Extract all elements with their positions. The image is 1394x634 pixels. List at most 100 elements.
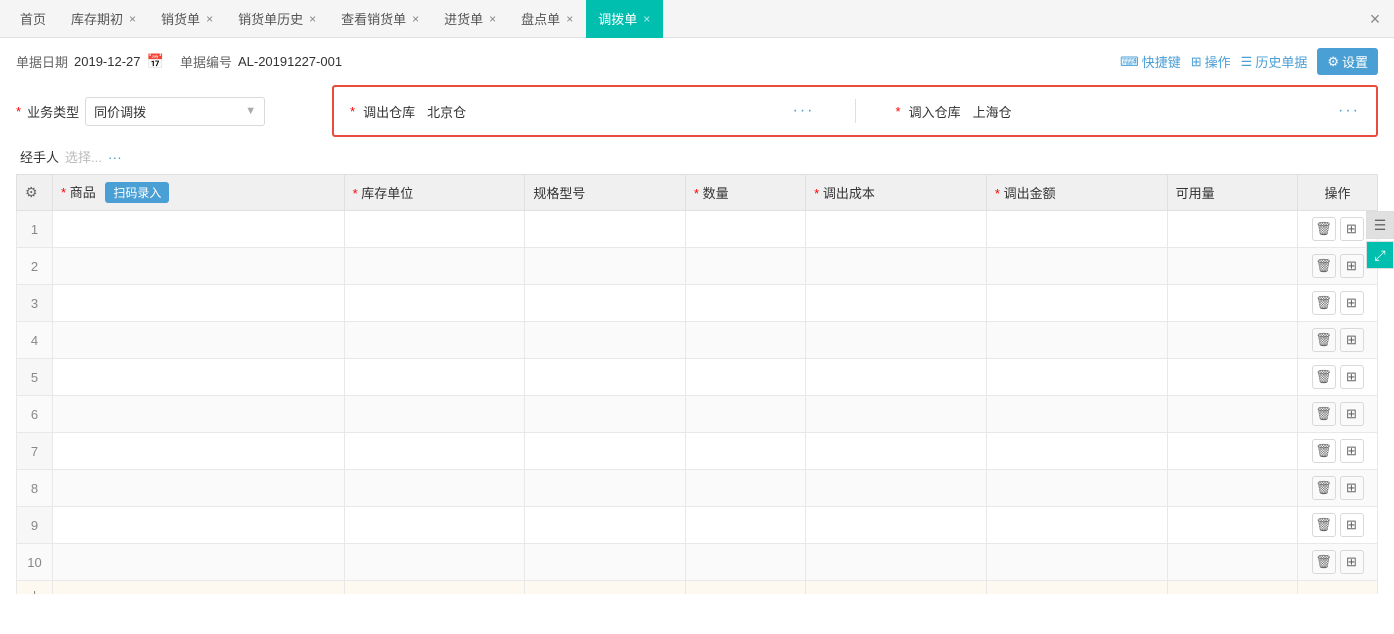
row-1-unit[interactable] xyxy=(344,211,525,248)
list-tool-btn[interactable]: ☰ xyxy=(1366,211,1394,239)
row-1-product[interactable] xyxy=(53,211,345,248)
tab-transfer-order[interactable]: 调拨单 × xyxy=(586,0,663,38)
row-3-delete-btn[interactable]: 🗑 xyxy=(1312,291,1336,315)
row-1-amount[interactable] xyxy=(986,211,1167,248)
row-6-spec[interactable] xyxy=(525,396,686,433)
row-2-spec[interactable] xyxy=(525,248,686,285)
row-3-amount[interactable] xyxy=(986,285,1167,322)
close-sales-history[interactable]: × xyxy=(309,12,316,26)
row-5-available[interactable] xyxy=(1167,359,1297,396)
history-btn[interactable]: ☰ 历史单据 xyxy=(1241,52,1308,71)
row-6-cost[interactable] xyxy=(806,396,987,433)
row-5-cost[interactable] xyxy=(806,359,987,396)
row-7-unit[interactable] xyxy=(344,433,525,470)
row-5-amount[interactable] xyxy=(986,359,1167,396)
tab-purchase-order[interactable]: 进货单 × xyxy=(432,0,509,38)
row-3-spec[interactable] xyxy=(525,285,686,322)
close-window-btn[interactable]: × xyxy=(1356,0,1394,38)
row-1-available[interactable] xyxy=(1167,211,1297,248)
row-2-available[interactable] xyxy=(1167,248,1297,285)
row-4-delete-btn[interactable]: 🗑 xyxy=(1312,328,1336,352)
row-6-product[interactable] xyxy=(53,396,345,433)
row-8-spec[interactable] xyxy=(525,470,686,507)
row-4-amount[interactable] xyxy=(986,322,1167,359)
row-3-available[interactable] xyxy=(1167,285,1297,322)
row-1-cost[interactable] xyxy=(806,211,987,248)
row-5-delete-btn[interactable]: 🗑 xyxy=(1312,365,1336,389)
tab-inventory-init[interactable]: 库存期初 × xyxy=(59,0,149,38)
row-10-delete-btn[interactable]: 🗑 xyxy=(1312,550,1336,574)
row-1-delete-btn[interactable]: 🗑 xyxy=(1312,217,1336,241)
row-5-qty[interactable] xyxy=(685,359,805,396)
row-4-copy-btn[interactable]: ⊞ xyxy=(1340,328,1364,352)
close-purchase-order[interactable]: × xyxy=(489,12,496,26)
row-6-amount[interactable] xyxy=(986,396,1167,433)
row-8-delete-btn[interactable]: 🗑 xyxy=(1312,476,1336,500)
row-9-product[interactable] xyxy=(53,507,345,544)
close-view-sales[interactable]: × xyxy=(412,12,419,26)
row-1-spec[interactable] xyxy=(525,211,686,248)
row-3-unit[interactable] xyxy=(344,285,525,322)
row-7-copy-btn[interactable]: ⊞ xyxy=(1340,439,1364,463)
row-9-amount[interactable] xyxy=(986,507,1167,544)
row-10-qty[interactable] xyxy=(685,544,805,581)
row-7-available[interactable] xyxy=(1167,433,1297,470)
row-3-product[interactable] xyxy=(53,285,345,322)
row-3-cost[interactable] xyxy=(806,285,987,322)
calendar-icon[interactable]: 📅 xyxy=(147,53,164,70)
row-3-qty[interactable] xyxy=(685,285,805,322)
row-8-cost[interactable] xyxy=(806,470,987,507)
transfer-in-more-btn[interactable]: ··· xyxy=(1338,102,1360,120)
row-8-amount[interactable] xyxy=(986,470,1167,507)
row-9-unit[interactable] xyxy=(344,507,525,544)
row-9-copy-btn[interactable]: ⊞ xyxy=(1340,513,1364,537)
scan-button[interactable]: 扫码录入 xyxy=(105,182,169,203)
tab-sales-order[interactable]: 销货单 × xyxy=(149,0,226,38)
row-10-unit[interactable] xyxy=(344,544,525,581)
row-7-amount[interactable] xyxy=(986,433,1167,470)
row-4-spec[interactable] xyxy=(525,322,686,359)
row-2-product[interactable] xyxy=(53,248,345,285)
row-2-delete-btn[interactable]: 🗑 xyxy=(1312,254,1336,278)
row-2-amount[interactable] xyxy=(986,248,1167,285)
row-2-qty[interactable] xyxy=(685,248,805,285)
row-4-product[interactable] xyxy=(53,322,345,359)
row-10-copy-btn[interactable]: ⊞ xyxy=(1340,550,1364,574)
row-2-copy-btn[interactable]: ⊞ xyxy=(1340,254,1364,278)
row-9-cost[interactable] xyxy=(806,507,987,544)
row-3-copy-btn[interactable]: ⊞ xyxy=(1340,291,1364,315)
row-6-unit[interactable] xyxy=(344,396,525,433)
row-9-delete-btn[interactable]: 🗑 xyxy=(1312,513,1336,537)
row-7-delete-btn[interactable]: 🗑 xyxy=(1312,439,1336,463)
tab-view-sales[interactable]: 查看销货单 × xyxy=(329,0,432,38)
row-9-qty[interactable] xyxy=(685,507,805,544)
row-7-qty[interactable] xyxy=(685,433,805,470)
row-6-qty[interactable] xyxy=(685,396,805,433)
operations-btn[interactable]: ⊞ 操作 xyxy=(1191,52,1231,71)
close-inventory-init[interactable]: × xyxy=(129,12,136,26)
th-settings[interactable]: ⚙ xyxy=(17,175,53,211)
expand-tool-btn[interactable]: ⤢ xyxy=(1366,241,1394,269)
row-5-product[interactable] xyxy=(53,359,345,396)
row-10-available[interactable] xyxy=(1167,544,1297,581)
doc-date-value[interactable]: 2019-12-27 xyxy=(74,54,141,69)
row-9-spec[interactable] xyxy=(525,507,686,544)
business-type-select[interactable]: 同价调拨 ▼ xyxy=(85,97,265,126)
row-5-unit[interactable] xyxy=(344,359,525,396)
close-inventory-check[interactable]: × xyxy=(566,12,573,26)
row-1-copy-btn[interactable]: ⊞ xyxy=(1340,217,1364,241)
row-5-spec[interactable] xyxy=(525,359,686,396)
row-4-unit[interactable] xyxy=(344,322,525,359)
row-4-available[interactable] xyxy=(1167,322,1297,359)
tab-sales-history[interactable]: 销货单历史 × xyxy=(226,0,329,38)
row-7-product[interactable] xyxy=(53,433,345,470)
row-4-qty[interactable] xyxy=(685,322,805,359)
tab-home[interactable]: 首页 xyxy=(8,0,59,38)
row-1-qty[interactable] xyxy=(685,211,805,248)
row-6-available[interactable] xyxy=(1167,396,1297,433)
row-6-delete-btn[interactable]: 🗑 xyxy=(1312,402,1336,426)
tab-inventory-check[interactable]: 盘点单 × xyxy=(509,0,586,38)
row-10-cost[interactable] xyxy=(806,544,987,581)
row-8-unit[interactable] xyxy=(344,470,525,507)
row-10-amount[interactable] xyxy=(986,544,1167,581)
